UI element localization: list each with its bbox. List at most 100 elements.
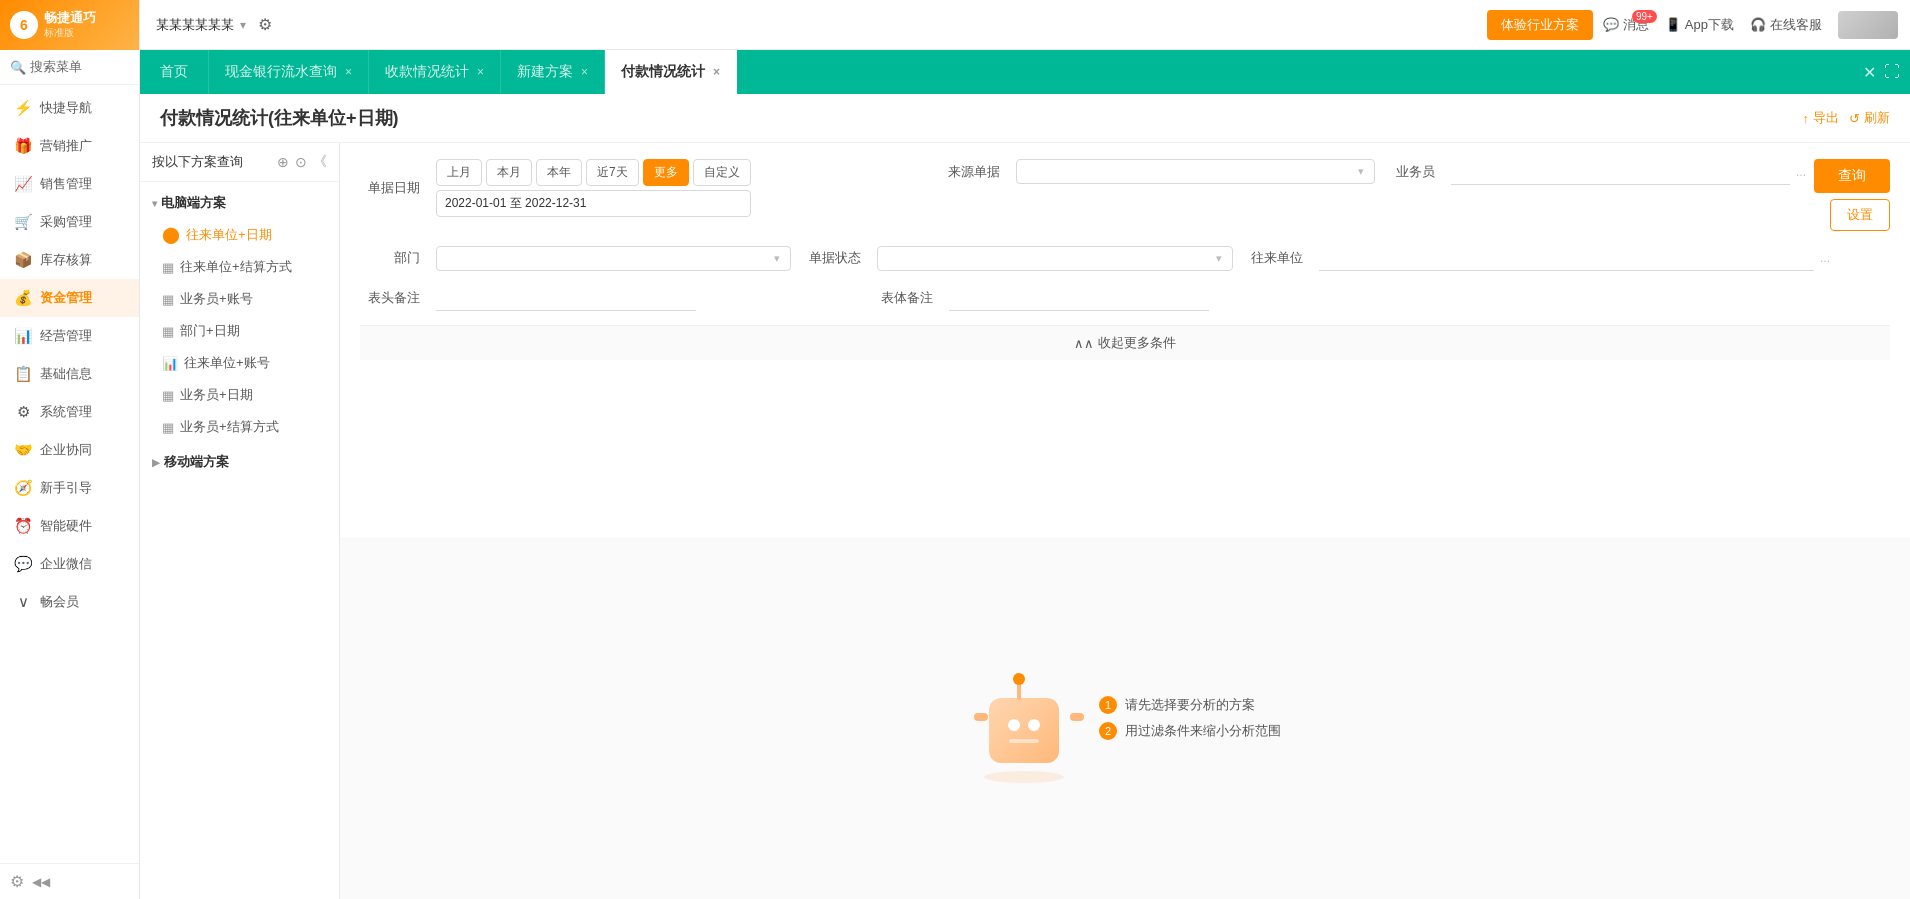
tab-receivable[interactable]: 收款情况统计 × (369, 50, 501, 94)
header-remark-label: 表头备注 (360, 289, 430, 307)
salesperson-input[interactable] (1451, 159, 1790, 185)
empty-content: 1 请先选择要分析的方案 2 用过滤条件来缩小分析范围 (969, 668, 1281, 768)
maximize-icon[interactable]: ⛶ (1884, 63, 1900, 81)
scheme-settings-icon[interactable]: ⊙ (295, 154, 307, 170)
date-btn-custom[interactable]: 自定义 (693, 159, 751, 186)
mobile-group-header[interactable]: ▶ 移动端方案 (140, 447, 339, 477)
scheme-item-2[interactable]: ▦ 业务员+账号 (150, 283, 339, 315)
export-icon: ↑ (1803, 111, 1810, 126)
page-title-bar: 付款情况统计(往来单位+日期) ↑ 导出 ↺ 刷新 (140, 94, 1910, 143)
sidebar-search[interactable]: 🔍 搜索菜单 (0, 50, 139, 85)
date-btn-this-year[interactable]: 本年 (536, 159, 582, 186)
sidebar-item-member[interactable]: ∨ 畅会员 (0, 583, 139, 621)
sidebar-item-guide[interactable]: 🧭 新手引导 (0, 469, 139, 507)
scheme-item-label-2: 业务员+账号 (180, 290, 253, 308)
collapse-more-label: 收起更多条件 (1098, 334, 1176, 352)
nav-label: 企业微信 (40, 555, 92, 573)
mobile-scheme-group: ▶ 移动端方案 (140, 447, 339, 477)
shortcut-icon: ⚡ (14, 99, 32, 117)
empty-tips: 1 请先选择要分析的方案 2 用过滤条件来缩小分析范围 (1099, 696, 1281, 740)
header-remark-group: 表头备注 (360, 285, 863, 311)
scheme-item-5[interactable]: ▦ 业务员+日期 (150, 379, 339, 411)
enterprise-icon: 🤝 (14, 441, 32, 459)
sidebar-item-wechat[interactable]: 💬 企业微信 (0, 545, 139, 583)
date-btn-last-month[interactable]: 上月 (436, 159, 482, 186)
sidebar-item-hardware[interactable]: ⏰ 智能硬件 (0, 507, 139, 545)
date-controls: 上月 本月 本年 近7天 更多 自定义 2022-01-01 至 2022-12… (436, 159, 751, 217)
tab-payable-close[interactable]: × (713, 65, 720, 79)
dropdown-icon[interactable]: ▾ (240, 18, 246, 32)
nav-label: 资金管理 (40, 289, 92, 307)
sidebar-item-sales[interactable]: 📈 销售管理 (0, 165, 139, 203)
tab-receivable-close[interactable]: × (477, 65, 484, 79)
avatar (1838, 11, 1898, 39)
query-button[interactable]: 查询 (1814, 159, 1890, 193)
sidebar-item-system[interactable]: ⚙ 系统管理 (0, 393, 139, 431)
tab-cashflow[interactable]: 现金银行流水查询 × (209, 50, 369, 94)
trial-button[interactable]: 体验行业方案 (1487, 10, 1593, 40)
tab-cashflow-close[interactable]: × (345, 65, 352, 79)
nav-label: 库存核算 (40, 251, 92, 269)
sidebar-item-operation[interactable]: 📊 经营管理 (0, 317, 139, 355)
sidebar-item-enterprise[interactable]: 🤝 企业协同 (0, 431, 139, 469)
scheme-item-4[interactable]: 📊 往来单位+账号 (150, 347, 339, 379)
sidebar-item-finance[interactable]: 💰 资金管理 (0, 279, 139, 317)
date-btn-7days[interactable]: 近7天 (586, 159, 639, 186)
date-label: 单据日期 (360, 179, 430, 197)
collapse-more-btn[interactable]: ∧∧ 收起更多条件 (360, 325, 1890, 360)
sidebar-item-shortcut[interactable]: ⚡ 快捷导航 (0, 89, 139, 127)
sidebar-logo: 6 畅捷通巧 标准版 (0, 0, 139, 50)
tab-receivable-label: 收款情况统计 (385, 63, 469, 81)
scheme-item-6[interactable]: ▦ 业务员+结算方式 (150, 411, 339, 443)
desktop-group-items: ⬤ 往来单位+日期 ▦ 往来单位+结算方式 ▦ 业务员+账号 (140, 218, 339, 443)
nav-label: 新手引导 (40, 479, 92, 497)
collapse-sidebar-icon[interactable]: ◀◀ (32, 875, 50, 889)
app-download-action[interactable]: 📱 App下载 (1665, 16, 1734, 34)
date-range-value[interactable]: 2022-01-01 至 2022-12-31 (436, 190, 751, 217)
scheme-item-0[interactable]: ⬤ 往来单位+日期 (150, 218, 339, 251)
source-select[interactable]: ▾ (1016, 159, 1375, 184)
date-filter-group: 单据日期 上月 本月 本年 近7天 更多 自定义 20 (360, 159, 940, 217)
header-gear-icon[interactable]: ⚙ (258, 15, 272, 34)
body-remark-input[interactable] (949, 285, 1209, 311)
scheme-item-3[interactable]: ▦ 部门+日期 (150, 315, 339, 347)
date-btn-more[interactable]: 更多 (643, 159, 689, 186)
settings-icon[interactable]: ⚙ (10, 872, 24, 891)
scheme-panel-title: 按以下方案查询 (152, 153, 243, 171)
tab-bar: 首页 现金银行流水查询 × 收款情况统计 × 新建方案 × 付款情况统计 × ✕… (140, 50, 1910, 94)
sidebar-item-base[interactable]: 📋 基础信息 (0, 355, 139, 393)
export-button[interactable]: ↑ 导出 (1803, 109, 1840, 127)
tab-payable[interactable]: 付款情况统计 × (605, 50, 737, 94)
message-action[interactable]: 💬 消息 99+ (1603, 16, 1649, 34)
search-label: 搜索菜单 (30, 58, 82, 76)
tab-new-scheme[interactable]: 新建方案 × (501, 50, 605, 94)
sidebar-item-purchase[interactable]: 🛒 采购管理 (0, 203, 139, 241)
refresh-button[interactable]: ↺ 刷新 (1849, 109, 1890, 127)
dept-select[interactable]: ▾ (436, 246, 791, 271)
sidebar-item-inventory[interactable]: 📦 库存核算 (0, 241, 139, 279)
desktop-group-header[interactable]: ▾ 电脑端方案 (140, 188, 339, 218)
counterpart-input[interactable] (1319, 245, 1814, 271)
tab-new-scheme-close[interactable]: × (581, 65, 588, 79)
refresh-icon: ↺ (1849, 111, 1860, 126)
docstatus-select[interactable]: ▾ (877, 246, 1232, 271)
sidebar-item-marketing[interactable]: 🎁 营销推广 (0, 127, 139, 165)
add-scheme-icon[interactable]: ⊕ (277, 154, 289, 170)
sidebar-nav: ⚡ 快捷导航 🎁 营销推广 📈 销售管理 🛒 采购管理 📦 库存核算 💰 资金管… (0, 85, 139, 863)
search-icon: 🔍 (10, 60, 26, 75)
nav-label: 基础信息 (40, 365, 92, 383)
scheme-item-1[interactable]: ▦ 往来单位+结算方式 (150, 251, 339, 283)
header-remark-input[interactable] (436, 285, 696, 311)
date-btn-this-month[interactable]: 本月 (486, 159, 532, 186)
right-panel: 单据日期 上月 本月 本年 近7天 更多 自定义 20 (340, 143, 1910, 899)
close-all-icon[interactable]: ✕ (1863, 63, 1876, 82)
scheme-item-label-4: 往来单位+账号 (184, 354, 270, 372)
counterpart-ellipsis: ... (1820, 251, 1830, 265)
scheme-icon-5: ▦ (162, 388, 174, 403)
online-service-action[interactable]: 🎧 在线客服 (1750, 16, 1822, 34)
wechat-icon: 💬 (14, 555, 32, 573)
tab-home[interactable]: 首页 (140, 50, 209, 94)
content-area: 按以下方案查询 ⊕ ⊙ 《 ▾ 电脑端方案 (140, 143, 1910, 899)
settings-button[interactable]: 设置 (1830, 199, 1890, 231)
collapse-panel-icon[interactable]: 《 (313, 153, 327, 171)
